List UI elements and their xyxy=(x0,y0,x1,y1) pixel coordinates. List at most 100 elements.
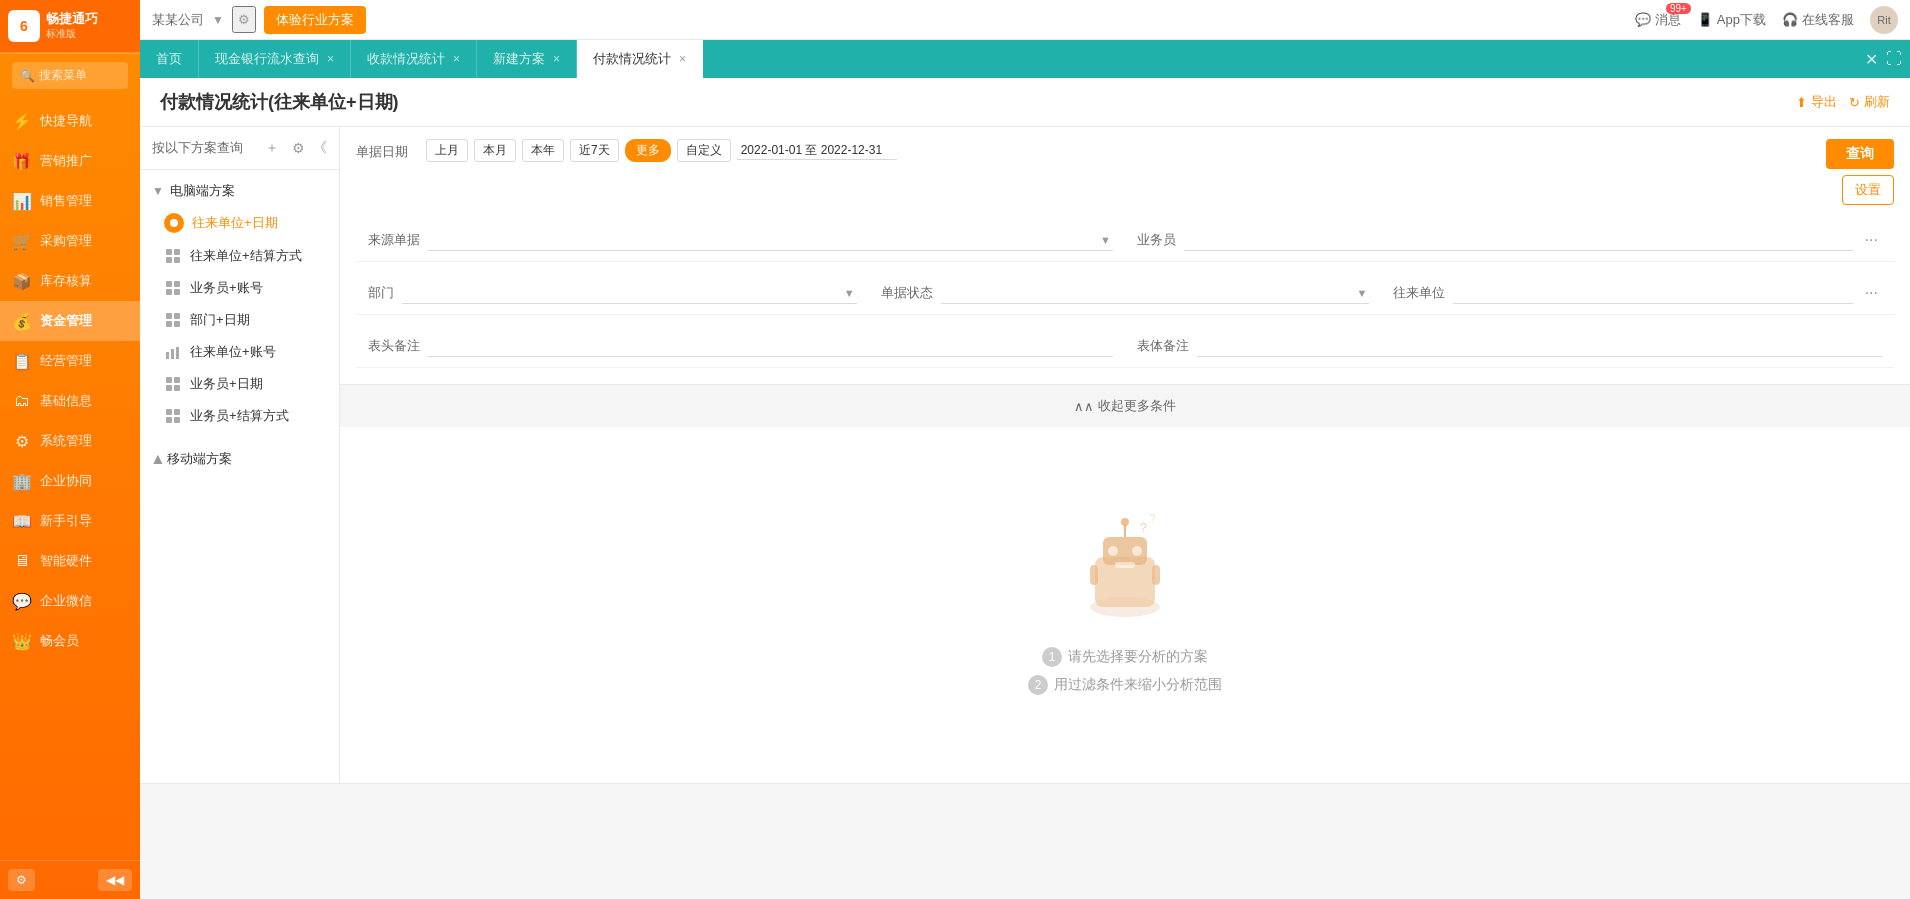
online-service-label: 在线客服 xyxy=(1802,11,1854,29)
scheme-group-pc-header[interactable]: ▼ 电脑端方案 xyxy=(140,176,339,206)
scheme-item-dept-date[interactable]: 部门+日期 xyxy=(140,304,339,336)
filter-cell-staff: 业务员 ··· xyxy=(1125,219,1894,262)
sidebar-item-hardware[interactable]: 🖥 智能硬件 xyxy=(0,541,140,581)
sidebar-settings-btn[interactable]: ⚙ xyxy=(8,869,35,891)
topbar-settings-btn[interactable]: ⚙ xyxy=(232,6,256,33)
tabs-close-all-btn[interactable]: ✕ xyxy=(1865,50,1878,69)
date-btn-7days[interactable]: 近7天 xyxy=(570,139,619,162)
scheme-item-unit-settle[interactable]: 往来单位+结算方式 xyxy=(140,240,339,272)
online-service-btn[interactable]: 🎧 在线客服 xyxy=(1782,11,1854,29)
scheme-add-btn[interactable]: ＋ xyxy=(261,137,283,159)
sidebar-item-wechat[interactable]: 💬 企业微信 xyxy=(0,581,140,621)
scheme-grid-icon xyxy=(164,247,182,265)
scheme-group-arrow: ▼ xyxy=(152,184,164,198)
partner-input[interactable] xyxy=(1453,282,1852,304)
refresh-btn[interactable]: ↻ 刷新 xyxy=(1849,93,1890,111)
date-btn-more[interactable]: 更多 xyxy=(625,139,671,162)
table-body-note-input[interactable] xyxy=(1197,335,1882,357)
tab-payments-close[interactable]: × xyxy=(679,52,686,66)
svg-point-27 xyxy=(1132,546,1142,556)
scheme-item-staff-account[interactable]: 业务员+账号 xyxy=(140,272,339,304)
sidebar-item-sales[interactable]: 📊 销售管理 xyxy=(0,181,140,221)
scheme-panel-actions: ＋ ⚙ 《 xyxy=(261,137,327,159)
sidebar-item-shortcut[interactable]: ⚡ 快捷导航 xyxy=(0,101,140,141)
tab-payments[interactable]: 付款情况统计 × xyxy=(577,40,703,78)
export-btn[interactable]: ⬆ 导出 xyxy=(1796,93,1837,111)
sidebar-item-capital[interactable]: 💰 资金管理 xyxy=(0,301,140,341)
main-right: 单据日期 上月 本月 本年 近7天 更多 自定义 查询 设置 xyxy=(340,127,1910,783)
bill-status-select[interactable] xyxy=(941,282,1370,304)
staff-input[interactable] xyxy=(1184,229,1853,251)
filter-area: 单据日期 上月 本月 本年 近7天 更多 自定义 查询 设置 xyxy=(340,127,1910,384)
scheme-grid3-icon xyxy=(164,311,182,329)
scheme-item-label: 往来单位+结算方式 xyxy=(190,247,302,265)
tab-receipts[interactable]: 收款情况统计 × xyxy=(351,40,477,78)
scheme-group-mobile-header[interactable]: ▶ 移动端方案 xyxy=(140,444,339,474)
search-menu-btn[interactable]: 🔍 搜索菜单 xyxy=(12,62,128,89)
avatar-btn[interactable]: Rit xyxy=(1870,6,1898,34)
collapse-bar: ∧∧ 收起更多条件 xyxy=(340,384,1910,427)
scheme-group-mobile-arrow: ▶ xyxy=(150,455,164,464)
filter-row-4: 表头备注 表体备注 xyxy=(356,325,1894,368)
dept-select[interactable] xyxy=(402,282,857,304)
sidebar-item-inventory[interactable]: 📦 库存核算 xyxy=(0,261,140,301)
empty-hint-1: 1 请先选择要分析的方案 xyxy=(1042,647,1208,667)
query-btn[interactable]: 查询 xyxy=(1826,139,1894,169)
svg-rect-10 xyxy=(166,321,172,327)
topbar: 某某公司 ▼ ⚙ 体验行业方案 💬 消息 99+ 📱 App下载 🎧 在线客服 … xyxy=(140,0,1910,40)
date-btn-this-month[interactable]: 本月 xyxy=(474,139,516,162)
scheme-item-label: 往来单位+日期 xyxy=(192,214,278,232)
sidebar-item-member[interactable]: 👑 畅会员 xyxy=(0,621,140,661)
date-btn-custom[interactable]: 自定义 xyxy=(677,139,731,162)
trial-btn[interactable]: 体验行业方案 xyxy=(264,6,366,34)
search-icon: 🔍 xyxy=(20,69,35,83)
message-btn[interactable]: 💬 消息 99+ xyxy=(1635,11,1681,29)
sidebar-item-system[interactable]: ⚙ 系统管理 xyxy=(0,421,140,461)
sidebar-item-label: 新手引导 xyxy=(40,512,92,530)
company-dropdown-arrow[interactable]: ▼ xyxy=(212,13,224,27)
scheme-settings-btn[interactable]: ⚙ xyxy=(287,137,309,159)
tab-cashflow-close[interactable]: × xyxy=(327,52,334,66)
scheme-group-mobile-label: 移动端方案 xyxy=(167,450,232,468)
collapse-more-btn[interactable]: ∧∧ 收起更多条件 xyxy=(1058,391,1192,421)
sidebar-item-basic[interactable]: 🗂 基础信息 xyxy=(0,381,140,421)
tab-cashflow[interactable]: 现金银行流水查询 × xyxy=(199,40,351,78)
source-bill-wrap: ▼ xyxy=(428,229,1113,251)
staff-dots-btn[interactable]: ··· xyxy=(1861,231,1882,249)
export-icon: ⬆ xyxy=(1796,95,1807,110)
sidebar-collapse-btn[interactable]: ◀◀ xyxy=(98,869,132,891)
date-btn-this-year[interactable]: 本年 xyxy=(522,139,564,162)
scheme-collapse-btn[interactable]: 《 xyxy=(313,139,327,157)
sidebar-item-enterprise[interactable]: 🏢 企业协同 xyxy=(0,461,140,501)
svg-rect-9 xyxy=(174,313,180,319)
scheme-grid2-icon xyxy=(164,279,182,297)
sidebar-item-guide[interactable]: 📖 新手引导 xyxy=(0,501,140,541)
tab-receipts-close[interactable]: × xyxy=(453,52,460,66)
app-download-btn[interactable]: 📱 App下载 xyxy=(1697,11,1766,29)
scheme-item-staff-date[interactable]: 业务员+日期 xyxy=(140,368,339,400)
table-header-note-input[interactable] xyxy=(428,335,1113,357)
date-btn-last-month[interactable]: 上月 xyxy=(426,139,468,162)
sidebar-item-purchase[interactable]: 🛒 采购管理 xyxy=(0,221,140,261)
tab-new-scheme[interactable]: 新建方案 × xyxy=(477,40,577,78)
sidebar-search-area[interactable]: 🔍 搜索菜单 xyxy=(0,53,140,97)
bill-date-label: 单据日期 xyxy=(356,139,426,161)
operation-icon: 📋 xyxy=(12,351,32,371)
collapse-label: 收起更多条件 xyxy=(1098,397,1176,415)
source-bill-select[interactable] xyxy=(428,229,1113,251)
filter-row-2: 来源单据 ▼ 业务员 ··· xyxy=(356,219,1894,262)
svg-rect-5 xyxy=(174,281,180,287)
tab-new-scheme-close[interactable]: × xyxy=(553,52,560,66)
partner-dots-btn[interactable]: ··· xyxy=(1861,284,1882,302)
tab-home[interactable]: 首页 xyxy=(140,40,199,78)
sidebar-item-operation[interactable]: 📋 经营管理 xyxy=(0,341,140,381)
tabs-bar: 首页 现金银行流水查询 × 收款情况统计 × 新建方案 × 付款情况统计 × ✕… xyxy=(140,40,1910,78)
setting-btn[interactable]: 设置 xyxy=(1842,175,1894,205)
hardware-icon: 🖥 xyxy=(12,551,32,571)
scheme-item-unit-date[interactable]: 往来单位+日期 xyxy=(140,206,339,240)
sidebar-item-marketing[interactable]: 🎁 营销推广 xyxy=(0,141,140,181)
date-range-input[interactable] xyxy=(737,141,897,160)
scheme-item-unit-account[interactable]: 往来单位+账号 xyxy=(140,336,339,368)
tabs-expand-btn[interactable]: ⛶ xyxy=(1886,50,1902,68)
scheme-item-staff-settle[interactable]: 业务员+结算方式 xyxy=(140,400,339,432)
